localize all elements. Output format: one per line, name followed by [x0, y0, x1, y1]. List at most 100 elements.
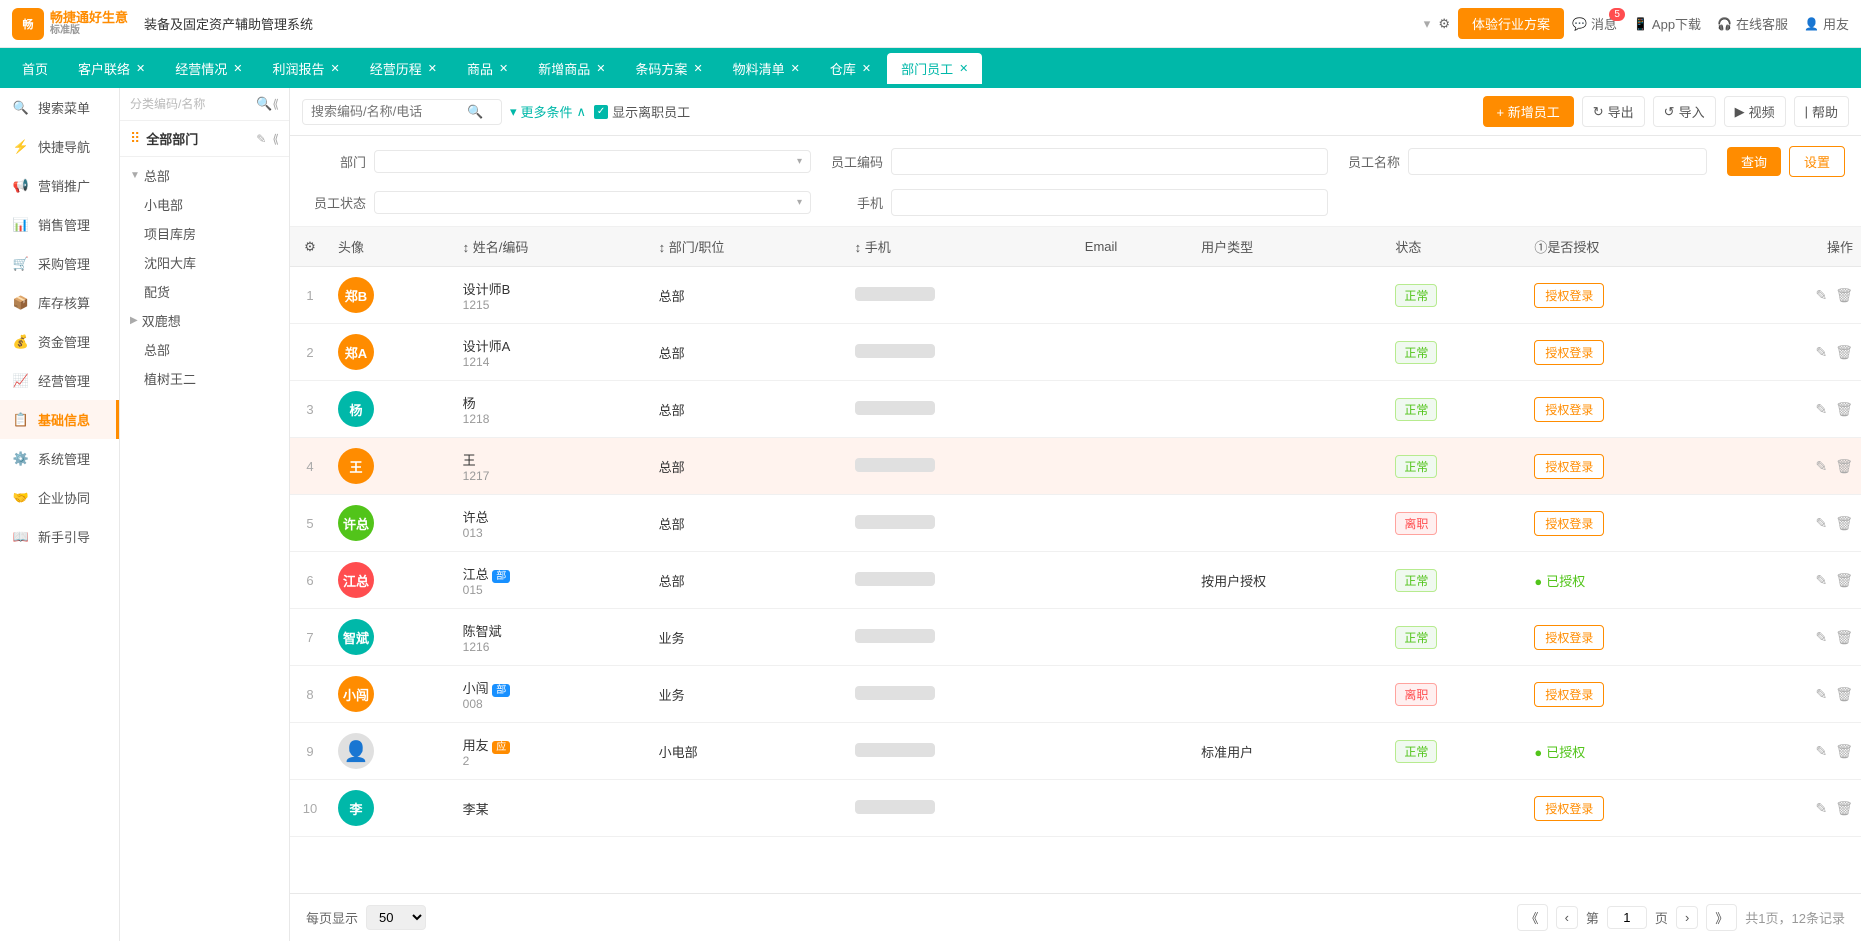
last-page-btn[interactable]: 》 [1706, 904, 1737, 931]
filter-status-select[interactable]: ▾ [374, 191, 811, 214]
edit-icon[interactable]: ✎ [1815, 572, 1827, 589]
close-icon[interactable]: ✕ [499, 62, 508, 75]
sidebar-item-purchase[interactable]: 🛒 采购管理 [0, 244, 119, 283]
page-size-select[interactable]: 50 20 100 [366, 905, 426, 930]
phone-input[interactable] [900, 195, 1319, 210]
close-icon[interactable]: ✕ [428, 62, 437, 75]
tab-goods[interactable]: 商品 ✕ [453, 53, 522, 84]
tab-barcode[interactable]: 条码方案 ✕ [621, 53, 716, 84]
th-settings[interactable]: ⚙ [290, 227, 330, 267]
delete-icon[interactable]: 🗑 [1835, 800, 1853, 817]
filter-empname-input[interactable] [1408, 148, 1707, 175]
auth-login-button[interactable]: 授权登录 [1534, 340, 1604, 365]
more-filter-btn[interactable]: ▾ 更多条件 ∧ [510, 102, 586, 121]
sidebar-item-operation[interactable]: 📈 经营管理 [0, 361, 119, 400]
search-input[interactable] [311, 104, 461, 119]
message-btn[interactable]: 💬 消息 5 [1572, 14, 1617, 33]
auth-login-button[interactable]: 授权登录 [1534, 682, 1604, 707]
prev-page-btn[interactable]: ‹ [1556, 906, 1578, 929]
delete-icon[interactable]: 🗑 [1835, 458, 1853, 475]
export-button[interactable]: ↻ 导出 [1582, 96, 1645, 127]
dept-node-shuangluxiang[interactable]: ▶ 双鹿想 [120, 306, 289, 335]
set-button[interactable]: 设置 [1789, 146, 1845, 177]
sidebar-item-marketing[interactable]: 📢 营销推广 [0, 166, 119, 205]
edit-icon[interactable]: ✎ [1815, 401, 1827, 418]
trial-button[interactable]: 体验行业方案 [1458, 8, 1564, 39]
th-phone[interactable]: ↕ 手机 [847, 227, 1077, 267]
next-page-btn[interactable]: › [1676, 906, 1698, 929]
delete-icon[interactable]: 🗑 [1835, 344, 1853, 361]
tab-home[interactable]: 首页 [8, 53, 62, 84]
help-button[interactable]: | 帮助 [1794, 96, 1849, 127]
dept-node-xiaodibu[interactable]: 小电部 [120, 190, 289, 219]
auth-login-button[interactable]: 授权登录 [1534, 283, 1604, 308]
auth-login-button[interactable]: 授权登录 [1534, 454, 1604, 479]
view-button[interactable]: ▶ 视频 [1724, 96, 1786, 127]
delete-icon[interactable]: 🗑 [1835, 572, 1853, 589]
filter-phone-input[interactable] [891, 189, 1328, 216]
close-icon[interactable]: ✕ [791, 62, 800, 75]
dept-all-item[interactable]: ⠿ 全部部门 ✎ ⟪ [120, 121, 289, 157]
empcode-input[interactable] [900, 154, 1319, 169]
online-service-btn[interactable]: 🎧 在线客服 [1717, 14, 1788, 33]
edit-icon[interactable]: ✎ [1815, 287, 1827, 304]
query-button[interactable]: 查询 [1727, 147, 1781, 176]
empname-input[interactable] [1417, 154, 1698, 169]
sidebar-item-inventory[interactable]: 📦 库存核算 [0, 283, 119, 322]
tab-department[interactable]: 部门员工 ✕ [887, 53, 982, 84]
close-icon[interactable]: ✕ [136, 62, 145, 75]
auth-login-button[interactable]: 授权登录 [1534, 625, 1604, 650]
delete-icon[interactable]: 🗑 [1835, 686, 1853, 703]
dept-node-shenyang[interactable]: 沈阳大库 [120, 248, 289, 277]
tab-warehouse[interactable]: 仓库 ✕ [816, 53, 885, 84]
close-icon[interactable]: ✕ [693, 62, 702, 75]
dept-search-input[interactable] [130, 97, 250, 111]
tab-customer[interactable]: 客户联络 ✕ [64, 53, 159, 84]
edit-icon[interactable]: ✎ [1815, 686, 1827, 703]
close-icon[interactable]: ✕ [862, 62, 871, 75]
tab-bom[interactable]: 物料清单 ✕ [719, 53, 814, 84]
dept-node-xiangmu[interactable]: 项目库房 [120, 219, 289, 248]
th-name[interactable]: ↕ 姓名/编码 [455, 227, 651, 267]
tab-add-goods[interactable]: 新增商品 ✕ [524, 53, 619, 84]
dept-node-zongbu[interactable]: ▼ 总部 [120, 161, 289, 190]
show-resigned-toggle[interactable]: ✓ 显示离职员工 [594, 102, 690, 121]
dept-node-peihuo[interactable]: 配货 [120, 277, 289, 306]
th-dept[interactable]: ↕ 部门/职位 [651, 227, 847, 267]
close-icon[interactable]: ✕ [959, 62, 968, 75]
delete-icon[interactable]: 🗑 [1835, 629, 1853, 646]
edit-icon[interactable]: ✎ [1815, 515, 1827, 532]
delete-icon[interactable]: 🗑 [1835, 743, 1853, 760]
close-icon[interactable]: ✕ [596, 62, 605, 75]
close-icon[interactable]: ✕ [331, 62, 340, 75]
tab-history[interactable]: 经营历程 ✕ [356, 53, 451, 84]
first-page-btn[interactable]: 《 [1517, 904, 1548, 931]
sidebar-item-nav[interactable]: ⚡ 快捷导航 [0, 127, 119, 166]
app-download-btn[interactable]: 📱 App下载 [1633, 14, 1701, 33]
dept-node-zongbu2[interactable]: 总部 [120, 335, 289, 364]
dept-edit-icon[interactable]: ✎ [256, 132, 266, 146]
tab-operation[interactable]: 经营情况 ✕ [161, 53, 256, 84]
user-btn[interactable]: 👤 用友 [1804, 14, 1849, 33]
tab-profit[interactable]: 利润报告 ✕ [258, 53, 353, 84]
import-button[interactable]: ↺ 导入 [1653, 96, 1716, 127]
edit-icon[interactable]: ✎ [1815, 743, 1827, 760]
auth-login-button[interactable]: 授权登录 [1534, 397, 1604, 422]
filter-empcode-input[interactable] [891, 148, 1328, 175]
delete-icon[interactable]: 🗑 [1835, 515, 1853, 532]
page-input[interactable] [1607, 906, 1647, 929]
dropdown-arrow[interactable]: ▾ [1424, 16, 1431, 32]
edit-icon[interactable]: ✎ [1815, 800, 1827, 817]
sidebar-item-system[interactable]: ⚙️ 系统管理 [0, 439, 119, 478]
dept-node-zhishu[interactable]: 植树王二 [120, 364, 289, 393]
edit-icon[interactable]: ✎ [1815, 629, 1827, 646]
sidebar-item-basic[interactable]: 📋 基础信息 [0, 400, 119, 439]
settings-icon[interactable]: ⚙ [1438, 16, 1450, 32]
sidebar-item-guide[interactable]: 📖 新手引导 [0, 517, 119, 556]
sidebar-item-search[interactable]: 🔍 搜索菜单 [0, 88, 119, 127]
close-icon[interactable]: ✕ [233, 62, 242, 75]
edit-icon[interactable]: ✎ [1815, 344, 1827, 361]
sidebar-item-sales[interactable]: 📊 销售管理 [0, 205, 119, 244]
delete-icon[interactable]: 🗑 [1835, 401, 1853, 418]
auth-login-button[interactable]: 授权登录 [1534, 796, 1604, 821]
